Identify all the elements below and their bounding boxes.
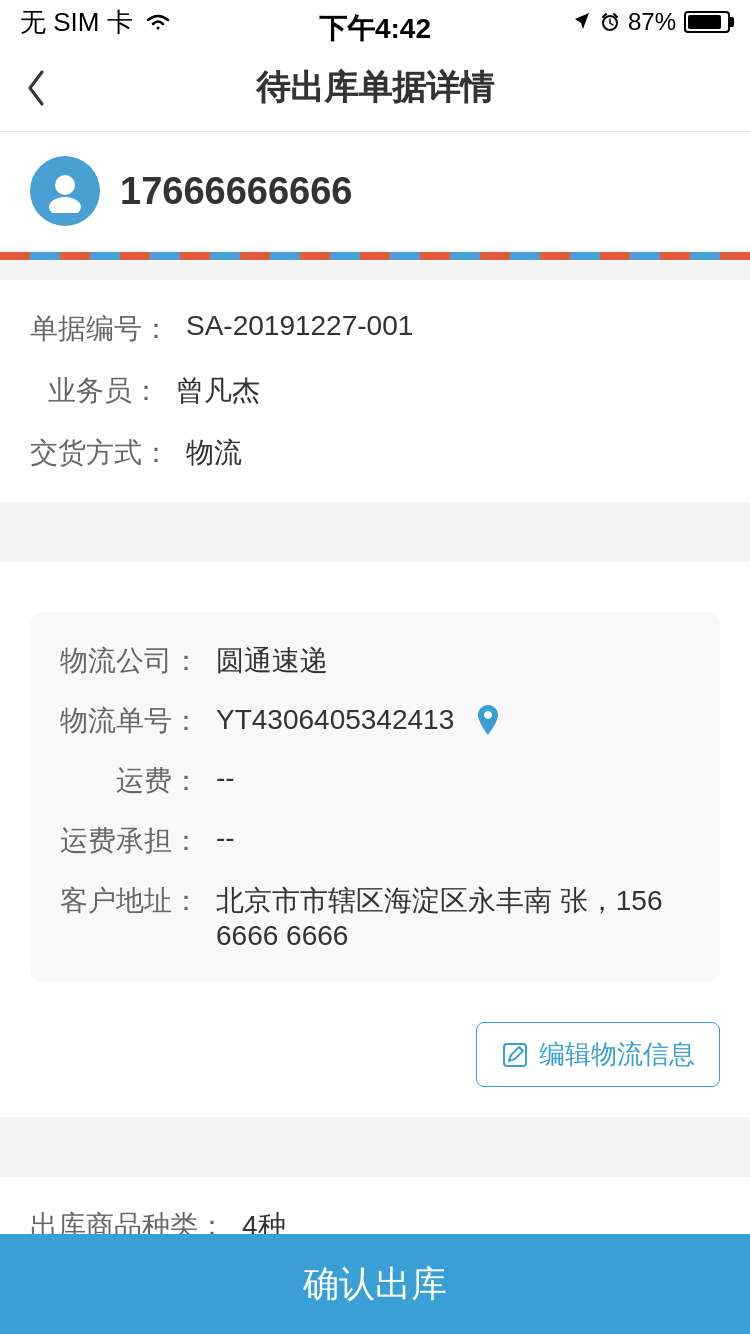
tracking-location-icon[interactable] xyxy=(470,702,506,738)
status-right: 87% xyxy=(572,8,730,36)
logistics-address-value: 北京市市辖区海淀区永丰南 张，156 6666 6666 xyxy=(216,882,690,952)
alarm-icon xyxy=(600,12,620,32)
carrier-label: 无 SIM 卡 xyxy=(20,5,133,40)
order-number-value: SA-20191227-001 xyxy=(186,310,720,342)
logistics-freight-value: -- xyxy=(216,762,690,794)
edit-logistics-button[interactable]: 编辑物流信息 xyxy=(476,1022,720,1087)
delivery-value: 物流 xyxy=(186,434,720,472)
logistics-freight-bearer-value: -- xyxy=(216,822,690,854)
logistics-freight-label: 运费： xyxy=(60,762,200,800)
order-number-label: 单据编号： xyxy=(30,310,170,348)
wifi-icon xyxy=(143,12,173,32)
svg-point-2 xyxy=(49,197,81,213)
logistics-tracking-value: YT4306405342413 xyxy=(216,702,690,738)
logistics-company-row: 物流公司： 圆通速递 xyxy=(60,642,690,680)
logistics-company-label: 物流公司： xyxy=(60,642,200,680)
back-button[interactable] xyxy=(24,68,48,108)
logistics-section: 物流公司： 圆通速递 物流单号： YT4306405342413 运费： -- … xyxy=(0,562,750,1117)
salesman-value: 曾凡杰 xyxy=(176,372,720,410)
order-number-row: 单据编号： SA-20191227-001 xyxy=(30,310,720,348)
user-phone: 17666666666 xyxy=(120,170,352,213)
order-info-section: 单据编号： SA-20191227-001 业务员： 曾凡杰 交货方式： 物流 xyxy=(0,280,750,502)
logistics-address-label: 客户地址： xyxy=(60,882,200,920)
page-title: 待出库单据详情 xyxy=(256,65,494,111)
logistics-tracking-row: 物流单号： YT4306405342413 xyxy=(60,702,690,740)
dashed-divider xyxy=(0,252,750,260)
section-gap-1 xyxy=(0,522,750,542)
logistics-card: 物流公司： 圆通速递 物流单号： YT4306405342413 运费： -- … xyxy=(30,612,720,982)
avatar xyxy=(30,156,100,226)
edit-icon xyxy=(501,1041,529,1069)
location-status-icon xyxy=(572,12,592,32)
battery-icon xyxy=(684,11,730,33)
svg-rect-3 xyxy=(504,1044,526,1066)
logistics-company-value: 圆通速递 xyxy=(216,642,690,680)
logistics-tracking-label: 物流单号： xyxy=(60,702,200,740)
user-header: 17666666666 xyxy=(0,132,750,250)
status-bar: 无 SIM 卡 下午4:42 87% xyxy=(0,0,750,44)
salesman-label: 业务员： xyxy=(30,372,160,410)
delivery-label: 交货方式： xyxy=(30,434,170,472)
edit-btn-container: 编辑物流信息 xyxy=(30,1002,720,1087)
logistics-freight-row: 运费： -- xyxy=(60,762,690,800)
confirm-button[interactable]: 确认出库 xyxy=(0,1234,750,1334)
status-left: 无 SIM 卡 xyxy=(20,5,173,40)
logistics-freight-bearer-label: 运费承担： xyxy=(60,822,200,860)
delivery-row: 交货方式： 物流 xyxy=(30,434,720,472)
section-gap-2 xyxy=(0,1137,750,1157)
logistics-freight-bearer-row: 运费承担： -- xyxy=(60,822,690,860)
salesman-row: 业务员： 曾凡杰 xyxy=(30,372,720,410)
nav-bar: 待出库单据详情 xyxy=(0,44,750,132)
status-time: 下午4:42 xyxy=(319,10,431,48)
svg-point-1 xyxy=(55,175,75,195)
logistics-address-row: 客户地址： 北京市市辖区海淀区永丰南 张，156 6666 6666 xyxy=(60,882,690,952)
battery-percent: 87% xyxy=(628,8,676,36)
